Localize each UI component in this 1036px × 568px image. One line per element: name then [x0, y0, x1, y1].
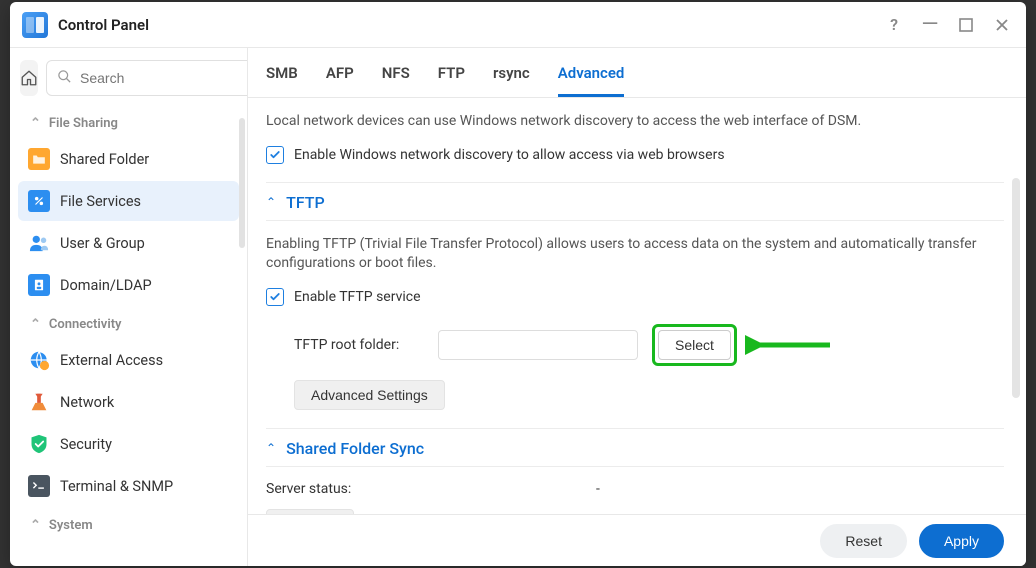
section-head-tftp[interactable]: ⌃ TFTP [266, 182, 1004, 221]
checkbox-checked-icon[interactable] [266, 146, 284, 164]
tab-smb[interactable]: SMB [266, 64, 298, 97]
advanced-settings-button[interactable]: Advanced Settings [294, 380, 445, 410]
titlebar: Control Panel ? — [10, 2, 1026, 48]
chevron-up-icon: ⌃ [30, 518, 41, 533]
scroll-area[interactable]: Local network devices can use Windows ne… [248, 98, 1026, 514]
reset-button[interactable]: Reset [820, 524, 907, 558]
section-head-sfs[interactable]: ⌃ Shared Folder Sync [266, 428, 1004, 467]
sidebar-item-security[interactable]: Security [18, 424, 239, 464]
tftp-root-row: TFTP root folder: Select [294, 324, 1004, 366]
select-highlight: Select [652, 324, 737, 366]
search-box[interactable] [46, 60, 248, 96]
sidebar-item-file-services[interactable]: File Services [18, 181, 239, 221]
server-status-label: Server status: [266, 481, 596, 497]
search-input[interactable] [80, 70, 248, 86]
chevron-up-icon: ⌃ [266, 195, 276, 209]
sidebar-item-user-group[interactable]: User & Group [18, 223, 239, 263]
select-button[interactable]: Select [658, 330, 731, 360]
close-button[interactable] [990, 13, 1014, 37]
sidebar-group-system[interactable]: ⌃ System [18, 508, 239, 539]
chevron-up-icon: ⌃ [266, 441, 276, 455]
sidebar-item-shared-folder[interactable]: Shared Folder [18, 139, 239, 179]
services-icon [28, 190, 50, 212]
server-status-value: - [596, 481, 600, 497]
app-icon [22, 12, 48, 38]
globe-icon [28, 349, 50, 371]
wsd-enable-label: Enable Windows network discovery to allo… [294, 147, 725, 163]
tab-advanced[interactable]: Advanced [558, 64, 625, 97]
sidebar-item-external-access[interactable]: External Access [18, 340, 239, 380]
sidebar: ⌃ File Sharing Shared Folder File Servic… [10, 48, 248, 566]
tftp-root-label: TFTP root folder: [294, 337, 424, 353]
checkbox-checked-icon[interactable] [266, 288, 284, 306]
tftp-root-input[interactable] [438, 330, 638, 360]
wsd-enable-row[interactable]: Enable Windows network discovery to allo… [266, 146, 1004, 164]
chevron-up-icon: ⌃ [30, 116, 41, 131]
terminal-icon [28, 475, 50, 497]
tftp-enable-row[interactable]: Enable TFTP service [266, 288, 1004, 306]
wsd-description: Local network devices can use Windows ne… [266, 112, 1004, 132]
tabs: SMB AFP NFS FTP rsync Advanced [248, 48, 1026, 98]
sidebar-scrollbar[interactable] [239, 118, 245, 248]
control-panel-window: Control Panel ? — [10, 2, 1026, 566]
shield-icon [28, 433, 50, 455]
tftp-description: Enabling TFTP (Trivial File Transfer Pro… [266, 235, 1004, 274]
search-icon [57, 69, 72, 88]
minimize-button[interactable]: — [918, 13, 942, 37]
tab-rsync[interactable]: rsync [493, 64, 530, 97]
content-scrollbar[interactable] [1012, 178, 1020, 398]
chevron-up-icon: ⌃ [30, 317, 41, 332]
sidebar-item-network[interactable]: Network [18, 382, 239, 422]
server-status-row: Server status: - [266, 481, 1004, 497]
arrow-annotation [745, 330, 835, 360]
maximize-button[interactable] [954, 13, 978, 37]
sidebar-item-terminal-snmp[interactable]: Terminal & SNMP [18, 466, 239, 506]
home-button[interactable] [20, 60, 38, 96]
sidebar-group-file-sharing[interactable]: ⌃ File Sharing [18, 106, 239, 137]
tab-afp[interactable]: AFP [326, 64, 354, 97]
window-title: Control Panel [58, 16, 149, 34]
sidebar-item-domain-ldap[interactable]: Domain/LDAP [18, 265, 239, 305]
content-panel: SMB AFP NFS FTP rsync Advanced Local net… [248, 48, 1026, 566]
directory-icon [28, 274, 50, 296]
task-list-button[interactable]: Task List [266, 509, 354, 514]
tab-nfs[interactable]: NFS [382, 64, 410, 97]
footer: Reset Apply [248, 514, 1026, 566]
network-icon [28, 391, 50, 413]
folder-icon [28, 148, 50, 170]
users-icon [28, 232, 50, 254]
apply-button[interactable]: Apply [919, 524, 1004, 558]
tftp-enable-label: Enable TFTP service [294, 289, 421, 305]
help-button[interactable]: ? [882, 13, 906, 37]
tab-ftp[interactable]: FTP [438, 64, 465, 97]
sidebar-group-connectivity[interactable]: ⌃ Connectivity [18, 307, 239, 338]
